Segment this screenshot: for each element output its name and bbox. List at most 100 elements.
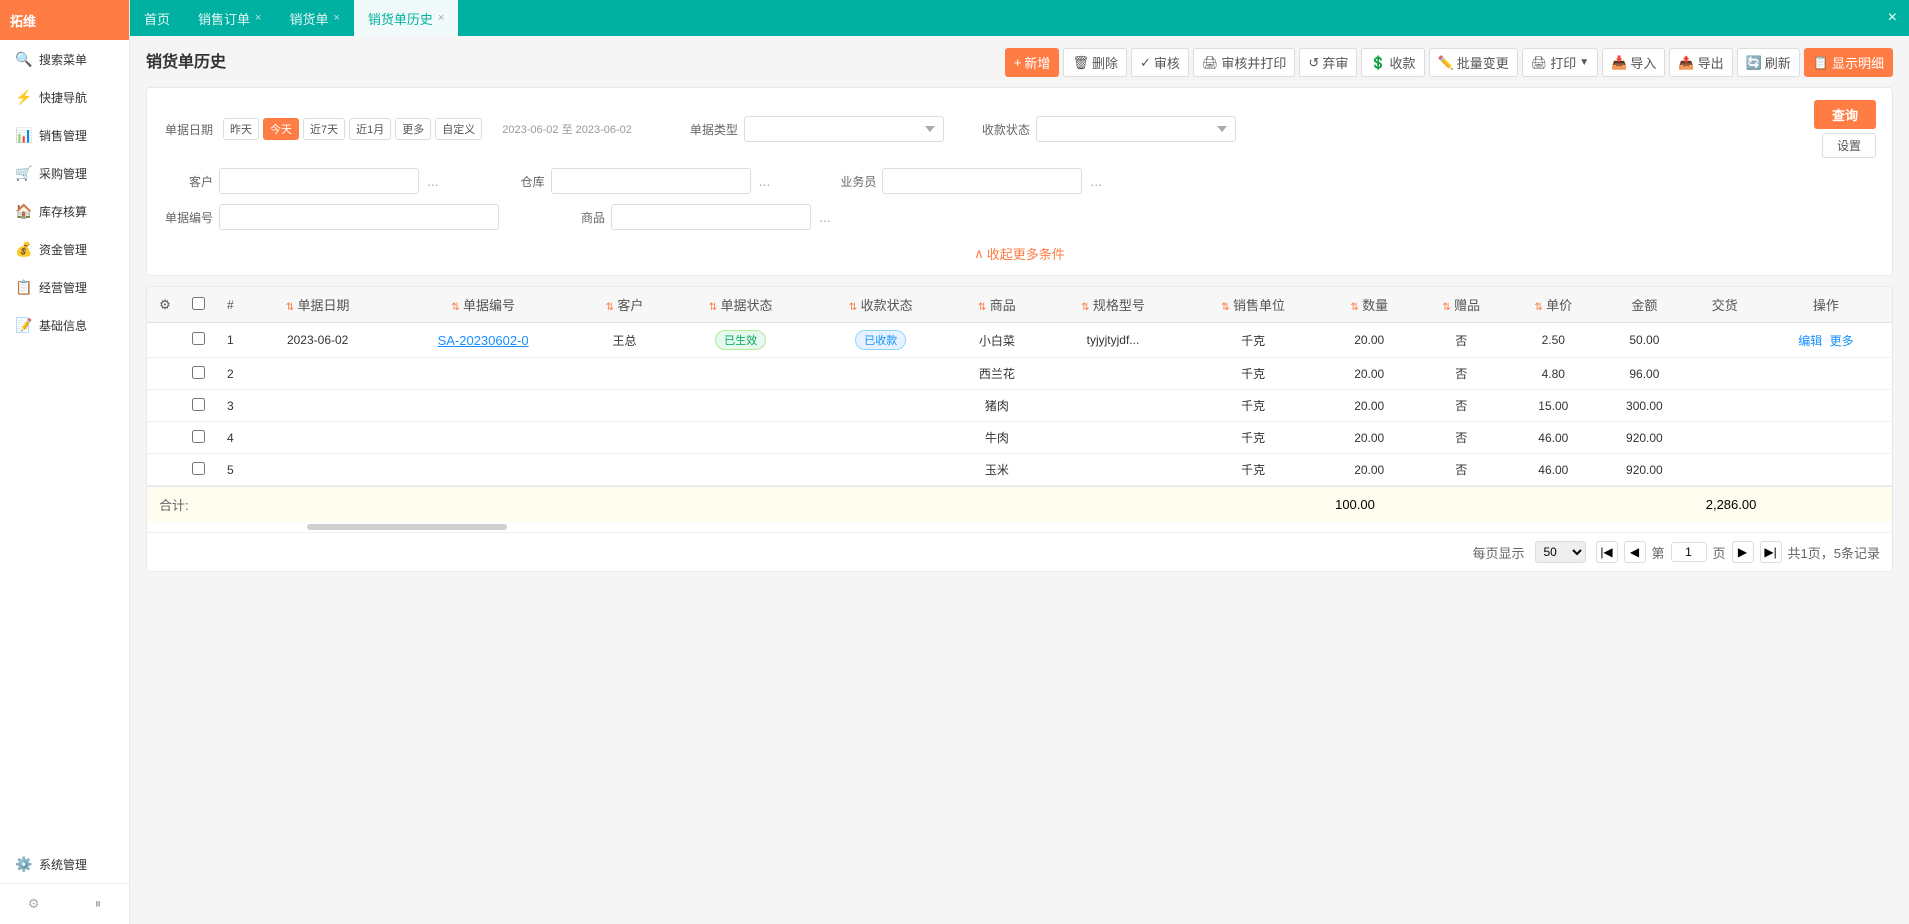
warehouse-input[interactable] [551,168,751,194]
tab-close-sales-history[interactable]: × [438,12,444,24]
row1-docno-link[interactable]: SA-20230602-0 [438,333,529,348]
page-number-input[interactable] [1671,542,1707,562]
row4-goods: 牛肉 [951,422,1043,454]
tab-home[interactable]: 首页 [130,0,184,36]
row2-check[interactable] [183,358,213,390]
quicknav-icon: ⚡ [15,88,33,106]
row1-edit-link[interactable]: 编辑 [1798,334,1822,348]
sidebar-footer-icon1[interactable]: ⚙ [24,892,44,916]
date-field: 单据日期 昨天 今天 近7天 近1月 更多 自定义 [163,118,482,140]
tab-sales-order[interactable]: 销售订单 × [184,0,275,36]
docno-input[interactable] [219,204,499,230]
sales-icon: 📊 [15,126,33,144]
audit-button[interactable]: ✓ 审核 [1131,48,1189,77]
row2-checkbox[interactable] [192,366,205,379]
th-check[interactable] [183,287,213,323]
th-gear[interactable]: ⚙ [147,287,183,323]
th-customer[interactable]: ⇅ 客户 [578,287,670,323]
sidebar-item-label: 采购管理 [39,165,87,182]
tab-sales-history[interactable]: 销货单历史 × [354,0,458,36]
staff-input[interactable] [882,168,1082,194]
goods-dots[interactable]: ... [819,209,831,225]
discard-button[interactable]: ↺ 弃审 [1299,48,1357,77]
show-detail-button[interactable]: 📋 显示明细 [1804,48,1893,77]
staff-dots[interactable]: ... [1090,173,1102,189]
sidebar-item-system[interactable]: ⚙️ 系统管理 [0,845,129,883]
row1-docno[interactable]: SA-20230602-0 [388,323,579,358]
query-button[interactable]: 查询 [1814,100,1876,129]
row2-gift: 否 [1415,358,1507,390]
content-area: 销货单历史 + 新增 🗑 删除 ✓ 审核 🖨 审核并打印 [130,36,1909,924]
warehouse-dots[interactable]: ... [759,173,771,189]
sidebar-item-purchase[interactable]: 🛒 采购管理 [0,154,129,192]
horizontal-scrollbar[interactable] [307,524,507,530]
th-price[interactable]: ⇅ 单价 [1507,287,1599,323]
th-gift[interactable]: ⇅ 赠品 [1415,287,1507,323]
audit-print-button[interactable]: 🖨 审核并打印 [1193,48,1296,77]
th-spec[interactable]: ⇅ 规格型号 [1043,287,1183,323]
collapse-button[interactable]: ∧ 收起更多条件 [163,240,1876,263]
row5-actions [1760,454,1892,486]
next-page-button[interactable]: ▶ [1732,541,1754,563]
collect-button[interactable]: 💲 收款 [1361,48,1424,77]
add-button[interactable]: + 新增 [1005,48,1060,77]
select-all-checkbox[interactable] [192,297,205,310]
sidebar-item-finance[interactable]: 💰 资金管理 [0,230,129,268]
row4-check[interactable] [183,422,213,454]
import-button[interactable]: 📥 导入 [1602,48,1665,77]
tab-close-sales-goods[interactable]: × [333,12,339,24]
th-qty[interactable]: ⇅ 数量 [1323,287,1415,323]
row3-checkbox[interactable] [192,398,205,411]
prev-page-button[interactable]: ◀ [1624,541,1646,563]
print-button[interactable]: 🖨 打印 ▼ [1522,48,1598,77]
date-btn-1month[interactable]: 近1月 [349,118,391,140]
date-btn-custom[interactable]: 自定义 [435,118,482,140]
sidebar-item-search[interactable]: 🔍 搜索菜单 [0,40,129,78]
payment-select[interactable] [1036,116,1236,142]
page-size-select[interactable]: 50 20 100 [1535,541,1586,563]
date-btn-today[interactable]: 今天 [263,118,299,140]
gear-icon[interactable]: ⚙ [159,297,171,312]
row1-trade [1689,323,1759,358]
th-date[interactable]: ⇅ 单据日期 [248,287,388,323]
row1-check[interactable] [183,323,213,358]
refresh-button[interactable]: 🔄 刷新 [1737,48,1800,77]
last-page-button[interactable]: ▶| [1760,541,1782,563]
row4-checkbox[interactable] [192,430,205,443]
customer-input[interactable] [219,168,419,194]
tab-sales-goods[interactable]: 销货单 × [275,0,353,36]
sidebar-item-sales[interactable]: 📊 销售管理 [0,116,129,154]
type-select[interactable] [744,116,944,142]
th-trade: 交货 [1689,287,1759,323]
row3-check[interactable] [183,390,213,422]
sidebar-item-base[interactable]: 📝 基础信息 [0,306,129,344]
row3-qty: 20.00 [1323,390,1415,422]
th-docno[interactable]: ⇅ 单据编号 [388,287,579,323]
date-btn-more[interactable]: 更多 [395,118,431,140]
date-btn-7days[interactable]: 近7天 [303,118,345,140]
export-button[interactable]: 📤 导出 [1669,48,1732,77]
row1-checkbox[interactable] [192,332,205,345]
tab-bar-close[interactable]: × [1876,9,1909,27]
settings-button[interactable]: 设置 [1822,133,1876,158]
goods-input[interactable] [611,204,811,230]
sidebar-item-inventory[interactable]: 🏠 库存核算 [0,192,129,230]
sidebar-item-operation[interactable]: 📋 经营管理 [0,268,129,306]
sort-status-icon: ⇅ [709,302,717,313]
th-unit[interactable]: ⇅ 销售单位 [1183,287,1323,323]
row5-checkbox[interactable] [192,462,205,475]
th-goods[interactable]: ⇅ 商品 [951,287,1043,323]
row5-check[interactable] [183,454,213,486]
customer-dots[interactable]: ... [427,173,439,189]
batch-change-button[interactable]: ✏️ 批量变更 [1429,48,1518,77]
sidebar-item-label: 快捷导航 [39,89,87,106]
delete-button[interactable]: 🗑 删除 [1063,48,1127,77]
th-pay-status[interactable]: ⇅ 收款状态 [811,287,951,323]
first-page-button[interactable]: |◀ [1596,541,1618,563]
tab-close-sales-order[interactable]: × [255,12,261,24]
date-btn-yesterday[interactable]: 昨天 [223,118,259,140]
sidebar-item-quicknav[interactable]: ⚡ 快捷导航 [0,78,129,116]
row1-more-link[interactable]: 更多 [1830,334,1854,348]
sidebar-footer-icon2[interactable]: ⏸ [91,892,106,916]
th-status[interactable]: ⇅ 单据状态 [671,287,811,323]
